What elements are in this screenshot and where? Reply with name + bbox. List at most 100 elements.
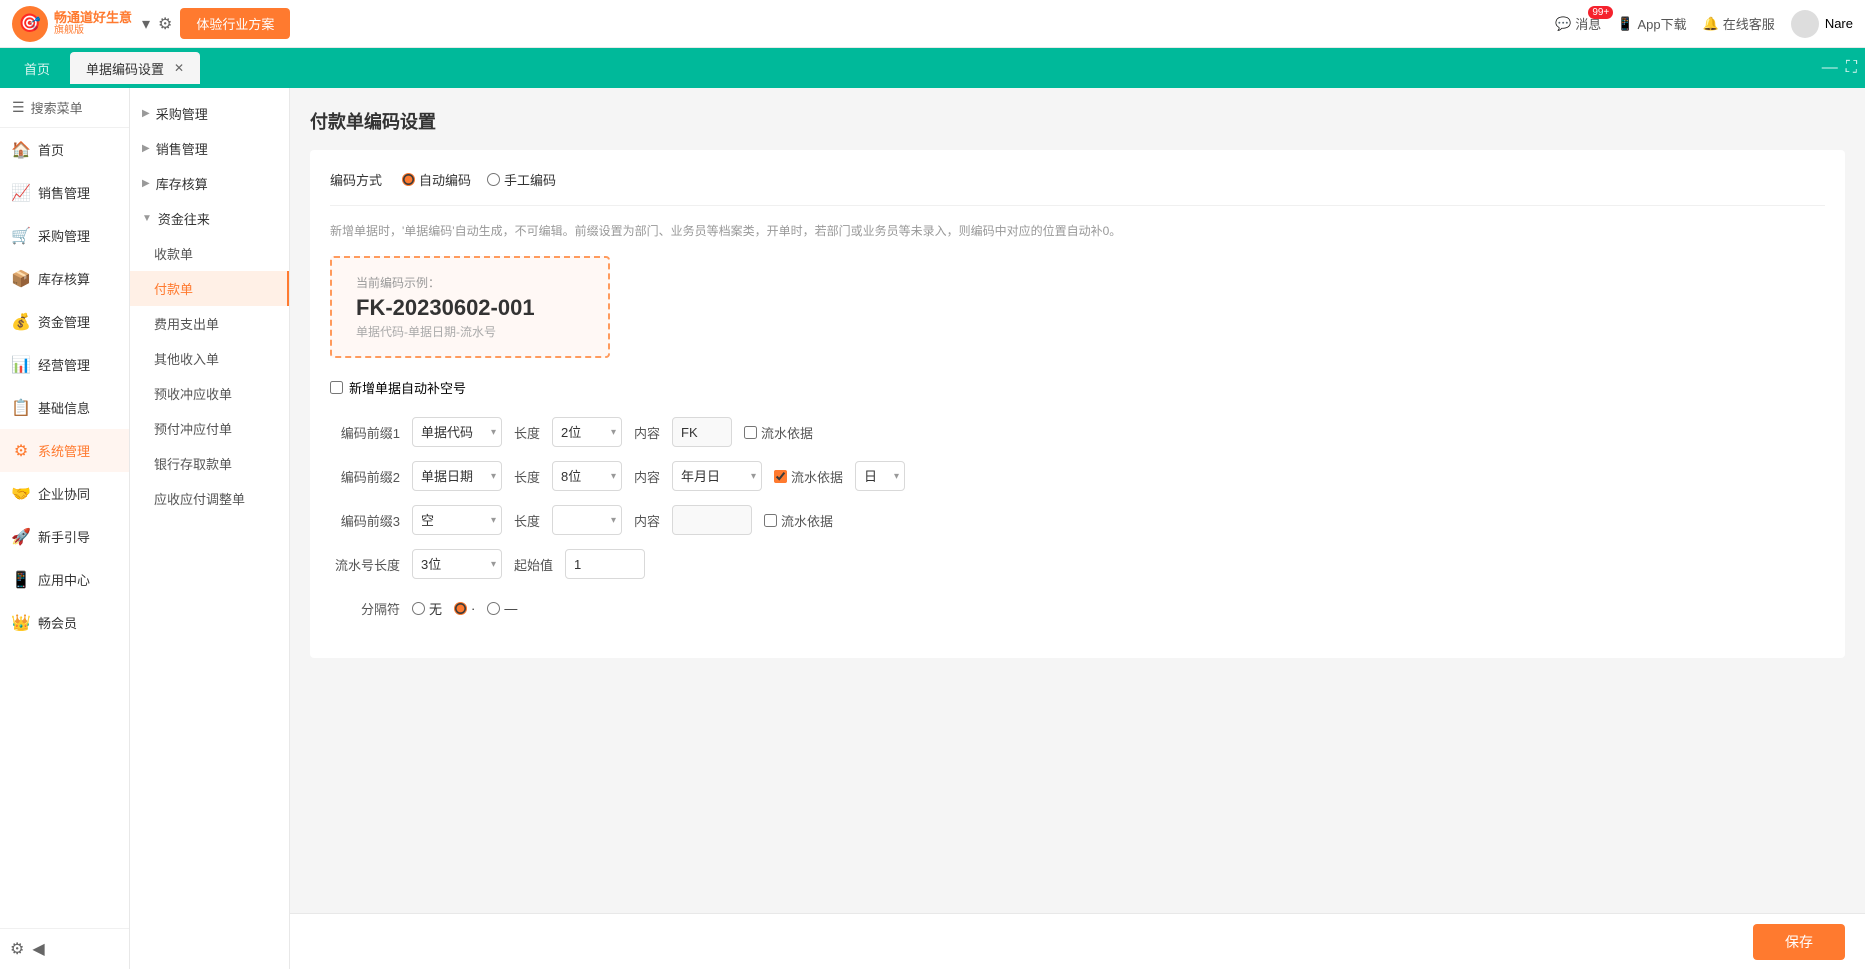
prefix1-stream-label[interactable]: 流水依据 — [744, 423, 813, 442]
sidebar-item-system[interactable]: ⚙ 系统管理 — [0, 429, 129, 472]
submenu-item-prepay-payment[interactable]: 预付冲应付单 — [130, 411, 289, 446]
prefix2-stream-label[interactable]: 流水依据 — [774, 467, 843, 486]
prefix3-length-label: 长度 — [514, 511, 540, 530]
bottom-bar: 保存 — [290, 913, 1865, 969]
prefix2-content-select[interactable]: 年月日 — [672, 461, 762, 491]
manual-radio[interactable]: 手工编码 — [487, 170, 556, 189]
auto-radio-input[interactable] — [402, 173, 415, 186]
sidebar-item-member[interactable]: 👑 畅会员 — [0, 601, 129, 644]
sidebar-item-home[interactable]: 🏠 首页 — [0, 128, 129, 171]
submenu-item-receipt[interactable]: 收款单 — [130, 236, 289, 271]
tab-encoding-label: 单据编码设置 — [86, 59, 164, 78]
sidebar-basic-info-label: 基础信息 — [38, 398, 90, 417]
prefix2-day-wrapper: 日 — [855, 461, 905, 491]
auto-fill-label: 新增单据自动补空号 — [349, 378, 466, 397]
message-icon: 💬 — [1555, 16, 1571, 32]
separator-row: 分隔符 无 · — — [330, 599, 1825, 618]
tab-home[interactable]: 首页 — [8, 52, 66, 84]
sep-dash-input[interactable] — [487, 602, 500, 615]
apps-icon: 📱 — [12, 571, 30, 589]
submenu-header-sales[interactable]: ▶ 销售管理 — [130, 131, 289, 166]
sidebar-item-finance[interactable]: 💰 资金管理 — [0, 300, 129, 343]
submenu-header-inventory[interactable]: ▶ 库存核算 — [130, 166, 289, 201]
prefix3-stream-checkbox[interactable] — [764, 514, 777, 527]
sidebar-item-sales[interactable]: 📈 销售管理 — [0, 171, 129, 214]
user-info[interactable]: Nare — [1791, 10, 1853, 38]
message-button[interactable]: 💬 消息 99+ — [1555, 14, 1601, 33]
sep-dash[interactable]: — — [487, 601, 517, 616]
prefix3-length-select[interactable] — [552, 505, 622, 535]
sidebar-item-purchase[interactable]: 🛒 采购管理 — [0, 214, 129, 257]
sidebar-item-operations[interactable]: 📊 经营管理 — [0, 343, 129, 386]
page-content: 付款单编码设置 编码方式 自动编码 手工编码 — [290, 88, 1865, 913]
arrow-icon: ▶ — [142, 108, 150, 119]
submenu-header-purchase[interactable]: ▶ 采购管理 — [130, 96, 289, 131]
prefix3-select[interactable]: 空 — [412, 505, 502, 535]
tab-minimize-button[interactable]: — — [1822, 59, 1838, 77]
operations-icon: 📊 — [12, 356, 30, 374]
submenu-item-bank[interactable]: 银行存取款单 — [130, 446, 289, 481]
inventory-icon: 📦 — [12, 270, 30, 288]
tab-expand-button[interactable]: ⛶ — [1846, 59, 1857, 77]
prefix3-stream-label[interactable]: 流水依据 — [764, 511, 833, 530]
prefix2-day-select[interactable]: 日 — [855, 461, 905, 491]
submenu-header-capital[interactable]: ▼ 资金往来 — [130, 201, 289, 236]
main-layout: ☰ 搜索菜单 🏠 首页 📈 销售管理 🛒 采购管理 📦 库存核算 💰 资金管理 … — [0, 88, 1865, 969]
prefix1-stream-text: 流水依据 — [761, 423, 813, 442]
app-icon: 📱 — [1617, 16, 1633, 32]
settings-button[interactable]: ⚙ — [158, 14, 172, 34]
sep-none-input[interactable] — [412, 602, 425, 615]
serial-length-select[interactable]: 3位 — [412, 549, 502, 579]
submenu-group-capital: ▼ 资金往来 收款单 付款单 费用支出单 其他收入单 预收冲应收单 预付冲应付单… — [130, 201, 289, 516]
submenu-capital-label: 资金往来 — [158, 209, 210, 228]
submenu-item-other-income[interactable]: 其他收入单 — [130, 341, 289, 376]
sidebar-item-enterprise[interactable]: 🤝 企业协同 — [0, 472, 129, 515]
app-download-button[interactable]: 📱 App下载 — [1617, 14, 1686, 33]
encoding-type-row: 编码方式 自动编码 手工编码 — [330, 170, 1825, 206]
separator-label: 分隔符 — [330, 599, 400, 618]
prefix2-length-label: 长度 — [514, 467, 540, 486]
basic-info-icon: 📋 — [12, 399, 30, 417]
sidebar-item-inventory[interactable]: 📦 库存核算 — [0, 257, 129, 300]
prefix3-length-wrapper — [552, 505, 622, 535]
logo-icon: 🎯 — [12, 6, 48, 42]
sidebar-item-apps[interactable]: 📱 应用中心 — [0, 558, 129, 601]
dropdown-button[interactable]: ▾ — [142, 14, 150, 34]
sidebar-item-basic-info[interactable]: 📋 基础信息 — [0, 386, 129, 429]
search-menu[interactable]: ☰ 搜索菜单 — [0, 88, 129, 128]
auto-fill-checkbox[interactable] — [330, 381, 343, 394]
prefix1-length-select[interactable]: 2位 — [552, 417, 622, 447]
sidebar-system-label: 系统管理 — [38, 441, 90, 460]
auto-radio[interactable]: 自动编码 — [402, 170, 471, 189]
manual-radio-input[interactable] — [487, 173, 500, 186]
sidebar-item-guide[interactable]: 🚀 新手引导 — [0, 515, 129, 558]
sep-dot-label: · — [471, 601, 475, 616]
sep-none[interactable]: 无 — [412, 599, 442, 618]
tab-close-icon[interactable]: ✕ — [174, 61, 184, 75]
submenu-item-prepay-receipt[interactable]: 预收冲应收单 — [130, 376, 289, 411]
prefix1-stream-checkbox[interactable] — [744, 426, 757, 439]
sidebar-settings-icon[interactable]: ⚙ — [10, 939, 24, 959]
trial-button[interactable]: 体验行业方案 — [180, 8, 290, 39]
save-button[interactable]: 保存 — [1753, 924, 1845, 960]
sep-dot[interactable]: · — [454, 601, 475, 616]
prefix3-content-value — [672, 505, 752, 535]
prefix2-select-wrapper: 单据日期 — [412, 461, 502, 491]
prefix2-stream-text: 流水依据 — [791, 467, 843, 486]
submenu-item-payment[interactable]: 付款单 — [130, 271, 289, 306]
prefix2-stream-checkbox[interactable] — [774, 470, 787, 483]
online-service-button[interactable]: 🔔 在线客服 — [1703, 14, 1775, 33]
arrow-icon-sales: ▶ — [142, 143, 150, 154]
submenu-item-expense[interactable]: 费用支出单 — [130, 306, 289, 341]
sep-dot-input[interactable] — [454, 602, 467, 615]
sidebar-collapse-icon[interactable]: ◀ — [32, 939, 44, 959]
prefix1-select[interactable]: 单据代码 — [412, 417, 502, 447]
submenu-item-adjustment[interactable]: 应收应付调整单 — [130, 481, 289, 516]
page-title: 付款单编码设置 — [310, 108, 1845, 134]
prefix2-select[interactable]: 单据日期 — [412, 461, 502, 491]
encoding-radio-group: 自动编码 手工编码 — [402, 170, 556, 189]
start-val-input[interactable] — [565, 549, 645, 579]
serial-length-label: 流水号长度 — [330, 555, 400, 574]
tab-encoding-settings[interactable]: 单据编码设置 ✕ — [70, 52, 200, 84]
prefix2-length-select[interactable]: 8位 — [552, 461, 622, 491]
